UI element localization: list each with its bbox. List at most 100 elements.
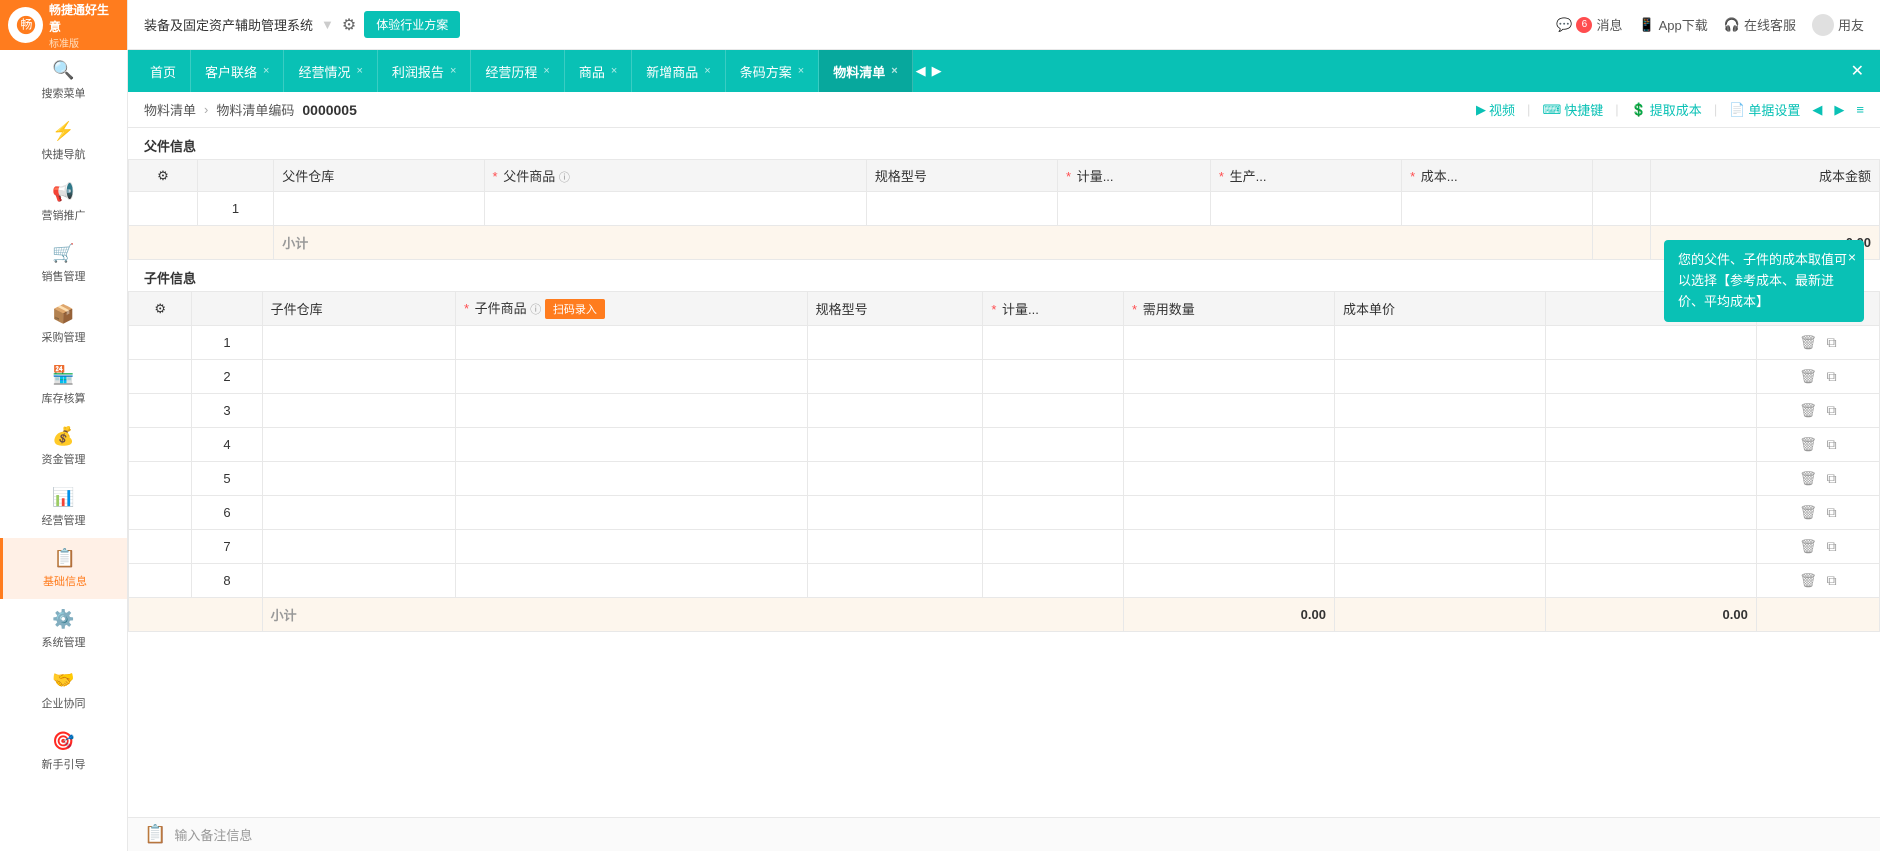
child-row-qty[interactable] (1124, 530, 1335, 564)
child-row-qty[interactable] (1124, 496, 1335, 530)
trial-button[interactable]: 体验行业方案 (364, 11, 460, 38)
delete-icon[interactable]: 🗑 (1799, 334, 1817, 350)
child-row-unit[interactable] (983, 394, 1124, 428)
nav-right-arrow[interactable]: ▶ (1834, 102, 1844, 118)
breadcrumb-bom[interactable]: 物料清单 (144, 100, 196, 119)
child-row-unit[interactable] (983, 496, 1124, 530)
row-product-cell[interactable] (484, 192, 866, 226)
child-row-unitprice[interactable] (1334, 496, 1545, 530)
tab-close-bom[interactable]: × (891, 65, 897, 77)
tab-profit[interactable]: 利润报告 × (378, 50, 471, 92)
child-row-spec[interactable] (807, 394, 983, 428)
child-row-unitprice[interactable] (1334, 326, 1545, 360)
tab-home[interactable]: 首页 (136, 50, 191, 92)
child-row-product[interactable] (455, 428, 807, 462)
nav-next-arrow[interactable]: ▶ (929, 63, 945, 79)
row-spec-cell[interactable] (866, 192, 1057, 226)
copy-icon[interactable]: ⧉ (1827, 402, 1837, 418)
child-row-product[interactable] (455, 394, 807, 428)
user-item[interactable]: 用友 (1812, 14, 1864, 36)
tab-goods[interactable]: 商品 × (565, 50, 632, 92)
child-settings-icon[interactable]: ⚙ (154, 301, 166, 316)
child-row-unit[interactable] (983, 462, 1124, 496)
copy-icon[interactable]: ⧉ (1827, 572, 1837, 588)
tab-close-history[interactable]: × (543, 65, 549, 77)
sidebar-item-collab[interactable]: 🤝 企业协同 (0, 660, 127, 721)
sidebar-item-ops[interactable]: 📊 经营管理 (0, 477, 127, 538)
child-row-qty[interactable] (1124, 360, 1335, 394)
scan-input-button[interactable]: 扫码录入 (545, 299, 605, 319)
row-unit-cell[interactable] (1058, 192, 1211, 226)
child-row-warehouse[interactable] (262, 530, 455, 564)
sidebar-item-guide[interactable]: 🎯 新手引导 (0, 721, 127, 782)
row-cost-cell[interactable] (1402, 192, 1593, 226)
tab-close-business[interactable]: × (356, 65, 362, 77)
delete-icon[interactable]: 🗑 (1799, 470, 1817, 486)
copy-icon[interactable]: ⧉ (1827, 470, 1837, 486)
action-cost[interactable]: 💲 提取成本 (1631, 100, 1702, 119)
child-row-qty[interactable] (1124, 394, 1335, 428)
message-item[interactable]: 💬 6 消息 (1556, 15, 1622, 34)
sidebar-item-purchase[interactable]: 📦 采购管理 (0, 294, 127, 355)
tab-bom[interactable]: 物料清单 × (819, 50, 912, 92)
child-row-warehouse[interactable] (262, 462, 455, 496)
child-row-unitprice[interactable] (1334, 428, 1545, 462)
child-row-warehouse[interactable] (262, 496, 455, 530)
close-all-tabs-button[interactable]: ✕ (1843, 61, 1872, 81)
action-shortcut[interactable]: ⌨ 快捷键 (1542, 100, 1603, 119)
child-row-warehouse[interactable] (262, 564, 455, 598)
row-produce-cell[interactable] (1210, 192, 1401, 226)
tab-client[interactable]: 客户联络 × (191, 50, 284, 92)
child-row-unit[interactable] (983, 360, 1124, 394)
tab-barcode[interactable]: 条码方案 × (726, 50, 819, 92)
sidebar-item-inventory[interactable]: 🏪 库存核算 (0, 355, 127, 416)
tab-new-goods[interactable]: 新增商品 × (632, 50, 725, 92)
gear-settings-button[interactable]: ⚙ (342, 15, 356, 35)
delete-icon[interactable]: 🗑 (1799, 504, 1817, 520)
child-row-warehouse[interactable] (262, 326, 455, 360)
tooltip-close-button[interactable]: × (1848, 246, 1856, 268)
sidebar-item-search[interactable]: 🔍 搜索菜单 (0, 50, 127, 111)
nav-left-arrow[interactable]: ◀ (1812, 102, 1822, 118)
child-row-product[interactable] (455, 564, 807, 598)
tab-close-barcode[interactable]: × (798, 65, 804, 77)
sidebar-item-quick-nav[interactable]: ⚡ 快捷导航 (0, 111, 127, 172)
app-download-item[interactable]: 📱 App下载 (1638, 15, 1707, 34)
child-row-unitprice[interactable] (1334, 530, 1545, 564)
child-row-product[interactable] (455, 462, 807, 496)
child-row-spec[interactable] (807, 564, 983, 598)
child-row-spec[interactable] (807, 496, 983, 530)
child-row-qty[interactable] (1124, 428, 1335, 462)
sidebar-item-marketing[interactable]: 📢 营销推广 (0, 172, 127, 233)
delete-icon[interactable]: 🗑 (1799, 572, 1817, 588)
service-item[interactable]: 🎧 在线客服 (1724, 15, 1796, 34)
child-row-spec[interactable] (807, 428, 983, 462)
copy-icon[interactable]: ⧉ (1827, 334, 1837, 350)
child-row-unit[interactable] (983, 530, 1124, 564)
child-row-spec[interactable] (807, 530, 983, 564)
nav-prev-arrow[interactable]: ◀ (913, 63, 929, 79)
tab-close-profit[interactable]: × (450, 65, 456, 77)
child-row-qty[interactable] (1124, 462, 1335, 496)
tab-business[interactable]: 经营情况 × (284, 50, 377, 92)
child-row-warehouse[interactable] (262, 394, 455, 428)
child-row-spec[interactable] (807, 462, 983, 496)
delete-icon[interactable]: 🗑 (1799, 368, 1817, 384)
child-row-unit[interactable] (983, 564, 1124, 598)
child-row-product[interactable] (455, 496, 807, 530)
copy-icon[interactable]: ⧉ (1827, 436, 1837, 452)
child-row-spec[interactable] (807, 326, 983, 360)
tab-close-new-goods[interactable]: × (704, 65, 710, 77)
copy-icon[interactable]: ⧉ (1827, 538, 1837, 554)
action-view[interactable]: ▶ 视频 (1476, 100, 1515, 119)
child-row-warehouse[interactable] (262, 360, 455, 394)
child-row-unitprice[interactable] (1334, 394, 1545, 428)
child-row-unitprice[interactable] (1334, 462, 1545, 496)
tab-close-goods[interactable]: × (611, 65, 617, 77)
child-row-warehouse[interactable] (262, 428, 455, 462)
sidebar-item-basic[interactable]: 📋 基础信息 (0, 538, 127, 599)
tab-close-client[interactable]: × (263, 65, 269, 77)
delete-icon[interactable]: 🗑 (1799, 538, 1817, 554)
action-settings[interactable]: 📄 单据设置 (1729, 100, 1800, 119)
child-row-product[interactable] (455, 326, 807, 360)
